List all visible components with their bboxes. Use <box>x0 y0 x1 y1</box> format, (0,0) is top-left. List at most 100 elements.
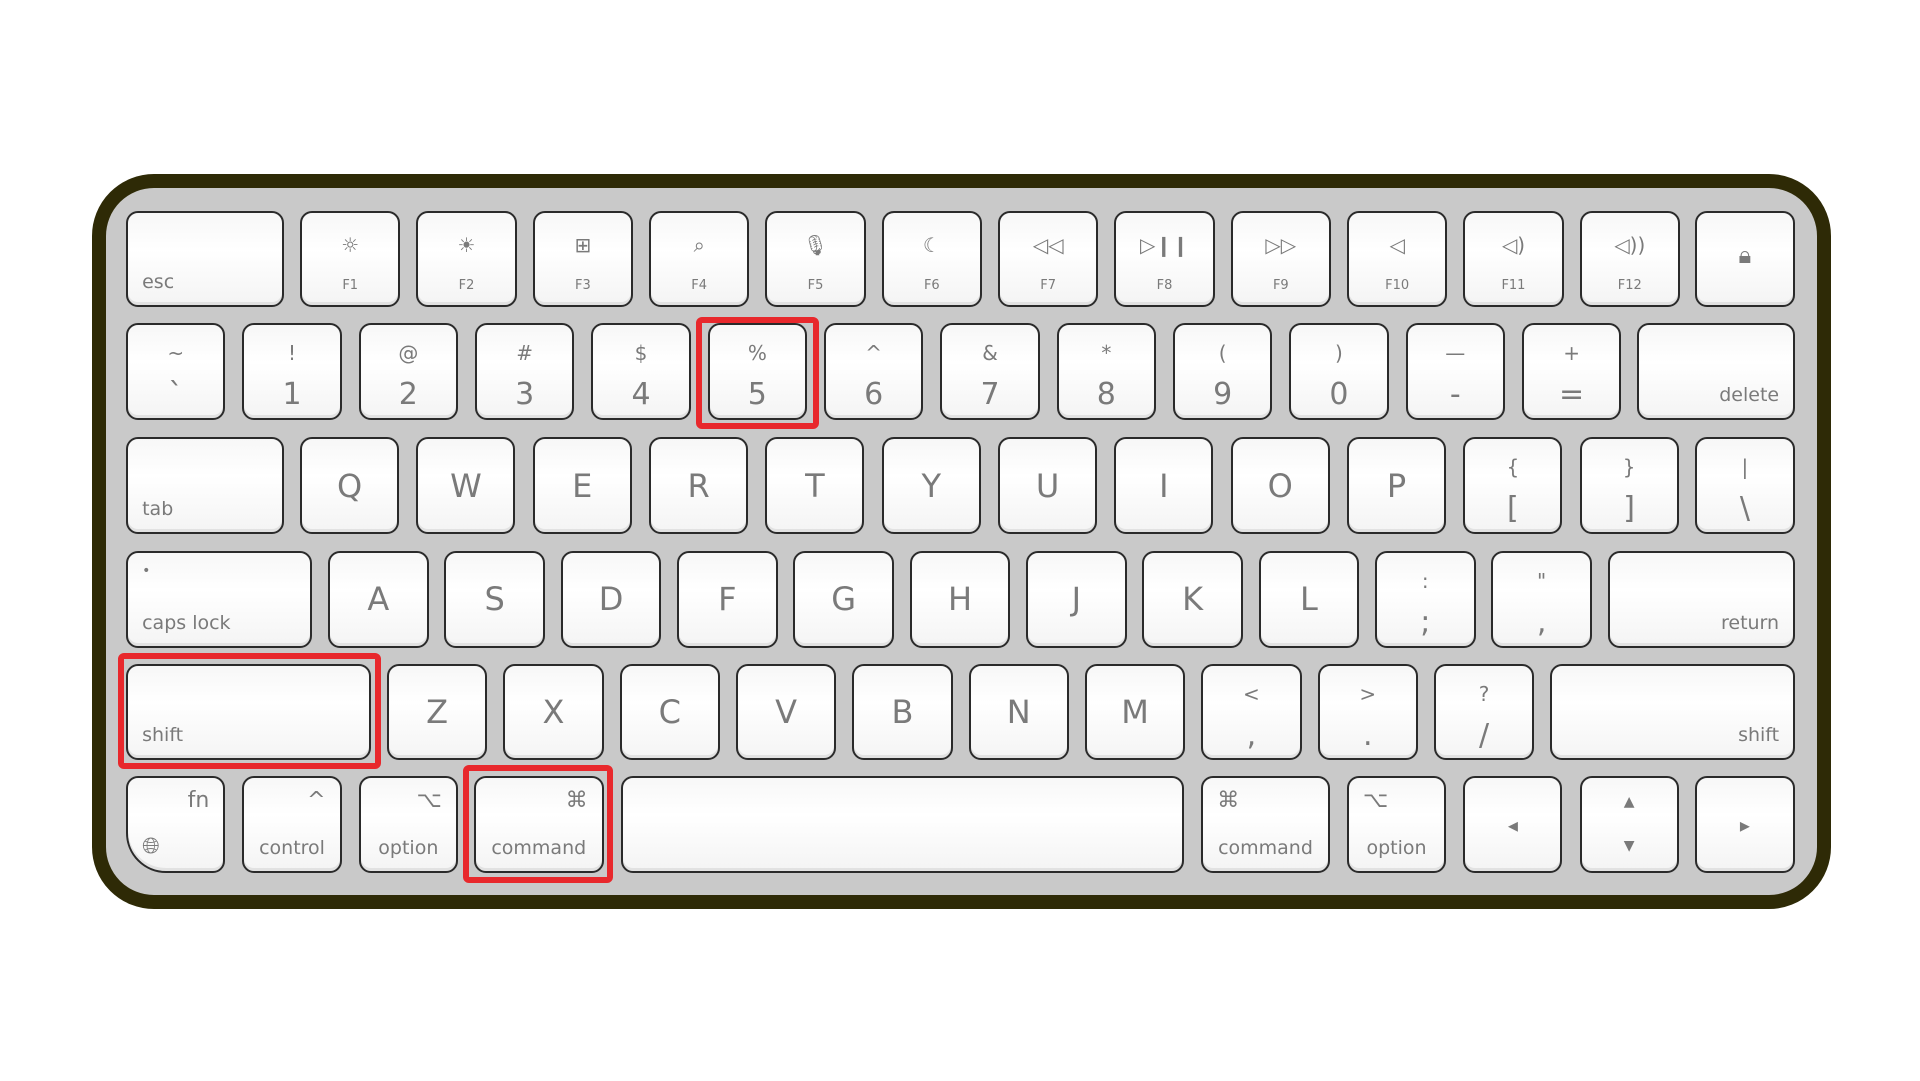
key-label: 0 <box>1329 377 1349 413</box>
key--[interactable]: ◂ <box>1463 776 1563 874</box>
key-f8[interactable]: ▷❙❙ F8 <box>1114 210 1215 308</box>
key-f12[interactable]: ◁)) F12 <box>1579 210 1680 308</box>
key-label: fn <box>187 788 210 814</box>
key-shift[interactable]: shift <box>1550 663 1796 761</box>
key-y[interactable]: Y <box>881 437 981 534</box>
key-4[interactable]: $4 <box>591 323 691 420</box>
key--[interactable]: >. <box>1317 663 1418 761</box>
key-d[interactable]: D <box>560 551 662 648</box>
key-b[interactable]: B <box>852 663 953 761</box>
key--[interactable]: ~ ` <box>126 323 226 420</box>
key-w[interactable]: W <box>416 437 516 534</box>
key-label: Y <box>921 466 941 505</box>
key-label: [ <box>1506 491 1519 527</box>
key--[interactable]: {[ <box>1463 437 1563 534</box>
key-1[interactable]: ! 1 <box>242 323 342 420</box>
key-g[interactable]: G <box>793 551 894 648</box>
key--[interactable]: :; <box>1375 551 1476 648</box>
key-h[interactable]: H <box>909 551 1011 648</box>
key--[interactable]: + = <box>1522 323 1622 420</box>
key-s[interactable]: S <box>444 551 545 648</box>
key-0[interactable]: ) 0 <box>1289 323 1389 420</box>
key--[interactable]: | \ <box>1694 437 1796 534</box>
key-l[interactable]: L <box>1258 551 1360 648</box>
key--[interactable]: ▲ ▼ <box>1579 776 1679 874</box>
key--[interactable]: }] <box>1579 437 1679 534</box>
key-f5[interactable]: 🎙︎ F5 <box>765 210 866 308</box>
key-f3[interactable]: ⊞ F3 <box>532 210 634 308</box>
key-8[interactable]: * 8 <box>1056 323 1156 420</box>
key-label: F10 <box>1385 278 1410 294</box>
moon-icon: ☾ <box>922 232 941 257</box>
key-6[interactable]: ^ 6 <box>824 323 924 420</box>
key-space[interactable]: 🔒︎ <box>1694 210 1796 308</box>
key-m[interactable]: M <box>1084 663 1186 761</box>
key-label: A <box>367 580 390 619</box>
key-k[interactable]: K <box>1142 551 1243 648</box>
key-f11[interactable]: ◁) F11 <box>1463 210 1564 308</box>
key-o[interactable]: O <box>1230 437 1330 534</box>
key-f2[interactable]: ☀ F2 <box>416 210 517 308</box>
key-label: ] <box>1623 491 1636 527</box>
key-p[interactable]: P <box>1346 437 1447 534</box>
key-tab[interactable]: tab <box>126 437 285 534</box>
key--[interactable]: ▸ <box>1694 776 1796 874</box>
key-esc[interactable]: esc <box>126 210 285 308</box>
key-label: F4 <box>691 278 708 294</box>
key-c[interactable]: C <box>619 663 720 761</box>
key-n[interactable]: N <box>968 663 1069 761</box>
key-label: F <box>718 580 737 619</box>
key-label: F6 <box>923 278 940 294</box>
key-2[interactable]: @2 <box>358 323 458 420</box>
brightness-down-icon: ☼ <box>341 232 360 257</box>
key-f4[interactable]: ⌕ F4 <box>648 210 750 308</box>
key-u[interactable]: U <box>997 437 1098 534</box>
key-f[interactable]: F <box>677 551 778 648</box>
key-caps-lock[interactable]: caps lock • <box>126 551 313 648</box>
key-label: 9 <box>1213 377 1233 413</box>
key-label: caps lock <box>142 611 231 634</box>
key-label: H <box>947 580 973 619</box>
key-a[interactable]: A <box>328 551 429 648</box>
key-command[interactable]: command ⌘ <box>1201 776 1330 874</box>
key-v[interactable]: V <box>735 663 837 761</box>
rewind-icon: ◁◁ <box>1032 232 1064 257</box>
key-label: E <box>572 466 593 505</box>
key-shift-label: } <box>1622 455 1636 480</box>
key-f6[interactable]: ☾ F6 <box>881 210 983 308</box>
key-q[interactable]: Q <box>300 437 400 534</box>
key-label: tab <box>142 497 174 520</box>
key-z[interactable]: Z <box>386 663 488 761</box>
key-j[interactable]: J <box>1026 551 1127 648</box>
key-label: ` <box>168 377 184 413</box>
key-i[interactable]: I <box>1114 437 1214 534</box>
key--[interactable]: — - <box>1405 323 1505 420</box>
key--[interactable]: ", <box>1491 551 1592 648</box>
key-label: U <box>1035 466 1060 505</box>
key-shift-label: " <box>1537 569 1547 594</box>
key-r[interactable]: R <box>648 437 749 534</box>
key-f1[interactable]: ☼ F1 <box>300 210 401 308</box>
modifier-symbol-icon: ^ <box>307 788 326 814</box>
key-shift-label: ) <box>1335 341 1343 366</box>
key-control[interactable]: control ^ <box>242 776 342 874</box>
key-option[interactable]: option ⌥ <box>358 776 458 874</box>
key-space[interactable] <box>620 776 1185 874</box>
key-f7[interactable]: ◁◁ F7 <box>997 210 1099 308</box>
key-t[interactable]: T <box>765 437 865 534</box>
key-x[interactable]: X <box>503 663 604 761</box>
key-label: N <box>1006 693 1031 732</box>
key-delete[interactable]: delete <box>1637 323 1796 420</box>
key-label: F1 <box>342 278 359 294</box>
key-return[interactable]: return <box>1607 551 1796 648</box>
key-7[interactable]: & 7 <box>940 323 1040 420</box>
key--[interactable]: ? / <box>1433 663 1535 761</box>
key-3[interactable]: #3 <box>475 323 575 420</box>
key-f9[interactable]: ▷▷ F9 <box>1230 210 1332 308</box>
key-9[interactable]: (9 <box>1173 323 1273 420</box>
key--[interactable]: <, <box>1201 663 1302 761</box>
key-e[interactable]: E <box>532 437 632 534</box>
key-option[interactable]: option ⌥ <box>1346 776 1447 874</box>
key-fn[interactable]: fn 🌐︎ <box>126 776 226 874</box>
key-f10[interactable]: ◁ F10 <box>1346 210 1448 308</box>
